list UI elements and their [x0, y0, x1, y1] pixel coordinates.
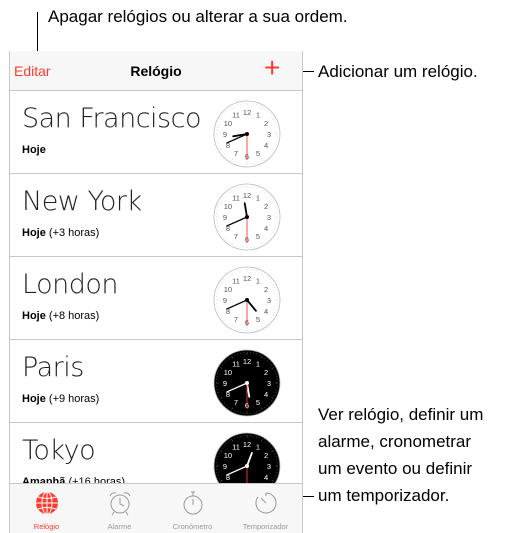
svg-text:9: 9 — [223, 213, 227, 222]
world-clock-row[interactable]: Paris Hoje (+9 horas) 123456789101112 — [10, 340, 302, 423]
tabs-callout-line-4: um temporizador. — [318, 486, 450, 505]
tab-timer[interactable]: Temporizador — [229, 484, 302, 533]
city-name: London — [22, 269, 118, 300]
svg-text:2: 2 — [264, 285, 268, 294]
page-title: Relógio — [130, 63, 182, 79]
tabs-callout-line-1: Ver relógio, definir um — [318, 405, 484, 424]
svg-text:2: 2 — [264, 451, 268, 460]
svg-text:3: 3 — [267, 462, 271, 471]
svg-text:4: 4 — [264, 224, 268, 233]
svg-text:7: 7 — [234, 149, 238, 158]
navigation-bar: Editar Relógio + — [10, 51, 302, 91]
svg-text:1: 1 — [256, 111, 260, 120]
svg-text:5: 5 — [256, 398, 260, 407]
stopwatch-icon — [183, 491, 203, 515]
svg-text:2: 2 — [264, 119, 268, 128]
svg-text:3: 3 — [267, 379, 271, 388]
svg-text:7: 7 — [234, 315, 238, 324]
city-name: New York — [22, 186, 142, 217]
world-clock-row[interactable]: London Hoje (+8 horas) 123456789101112 — [10, 257, 302, 340]
svg-text:7: 7 — [234, 232, 238, 241]
svg-text:11: 11 — [232, 277, 240, 286]
tabs-callout-line-3: um evento ou definir — [318, 459, 473, 478]
svg-text:4: 4 — [264, 390, 268, 399]
day-offset: Hoje (+9 horas) — [22, 393, 100, 405]
city-name: Paris — [22, 352, 84, 383]
svg-text:1: 1 — [256, 443, 260, 452]
tab-label: Alarme — [107, 522, 132, 531]
svg-text:11: 11 — [232, 111, 240, 120]
svg-text:9: 9 — [223, 296, 227, 305]
day-offset: Hoje (+8 horas) — [22, 310, 100, 322]
svg-text:3: 3 — [267, 130, 271, 139]
tab-alarm[interactable]: Alarme — [83, 484, 156, 533]
svg-text:12: 12 — [243, 108, 251, 117]
svg-text:4: 4 — [264, 307, 268, 316]
svg-text:5: 5 — [256, 232, 260, 241]
edit-callout-text: Apagar relógios ou alterar a sua ordem. — [48, 7, 348, 26]
tab-world-clock[interactable]: Relógio — [10, 484, 83, 533]
svg-text:10: 10 — [224, 285, 232, 294]
svg-text:10: 10 — [224, 202, 232, 211]
svg-text:4: 4 — [264, 141, 268, 150]
svg-text:10: 10 — [224, 451, 232, 460]
svg-text:11: 11 — [232, 360, 240, 369]
world-clock-row[interactable]: New York Hoje (+3 horas) 123456789101112 — [10, 174, 302, 257]
svg-text:12: 12 — [243, 440, 251, 449]
svg-text:9: 9 — [223, 130, 227, 139]
svg-text:1: 1 — [256, 277, 260, 286]
city-name: Tokyo — [22, 435, 96, 466]
tab-bar: Relógio Alarme Cronómetro Temporizador — [10, 483, 302, 533]
alarm-clock-icon — [109, 492, 131, 516]
svg-text:9: 9 — [223, 462, 227, 471]
svg-text:2: 2 — [264, 368, 268, 377]
city-name: San Francisco — [22, 103, 201, 134]
svg-text:5: 5 — [256, 315, 260, 324]
globe-icon — [36, 491, 58, 515]
svg-text:10: 10 — [224, 368, 232, 377]
svg-text:2: 2 — [264, 202, 268, 211]
svg-text:3: 3 — [267, 213, 271, 222]
timer-icon — [255, 492, 277, 514]
day-offset: Hoje — [22, 144, 46, 156]
svg-text:10: 10 — [224, 119, 232, 128]
svg-text:9: 9 — [223, 379, 227, 388]
svg-text:3: 3 — [267, 296, 271, 305]
tabs-callout-line-2: alarme, cronometrar — [318, 432, 472, 451]
svg-text:12: 12 — [243, 274, 251, 283]
analog-clock-icon: 123456789101112 — [213, 349, 281, 417]
svg-text:1: 1 — [256, 360, 260, 369]
svg-text:5: 5 — [256, 149, 260, 158]
svg-text:11: 11 — [232, 194, 240, 203]
svg-text:4: 4 — [264, 473, 268, 482]
analog-clock-icon: 123456789101112 — [213, 266, 281, 334]
tab-stopwatch[interactable]: Cronómetro — [156, 484, 229, 533]
tab-label: Cronómetro — [172, 522, 213, 531]
tab-label: Relógio — [33, 522, 60, 531]
analog-clock-icon: 123456789101112 — [213, 183, 281, 251]
edit-callout-line — [37, 12, 38, 56]
analog-clock-icon: 123456789101112 — [213, 100, 281, 168]
add-clock-button[interactable]: + — [264, 53, 280, 83]
tab-label: Temporizador — [242, 522, 289, 531]
svg-text:12: 12 — [243, 357, 251, 366]
svg-text:12: 12 — [243, 191, 251, 200]
day-offset: Hoje (+3 horas) — [22, 227, 100, 239]
clock-app-screen: Editar Relógio + San Francisco Hoje 1234… — [9, 51, 303, 533]
svg-text:11: 11 — [232, 443, 240, 452]
svg-text:1: 1 — [256, 194, 260, 203]
world-clock-row[interactable]: San Francisco Hoje 123456789101112 — [10, 91, 302, 174]
svg-text:7: 7 — [234, 398, 238, 407]
add-callout-text: Adicionar um relógio. — [318, 62, 478, 81]
